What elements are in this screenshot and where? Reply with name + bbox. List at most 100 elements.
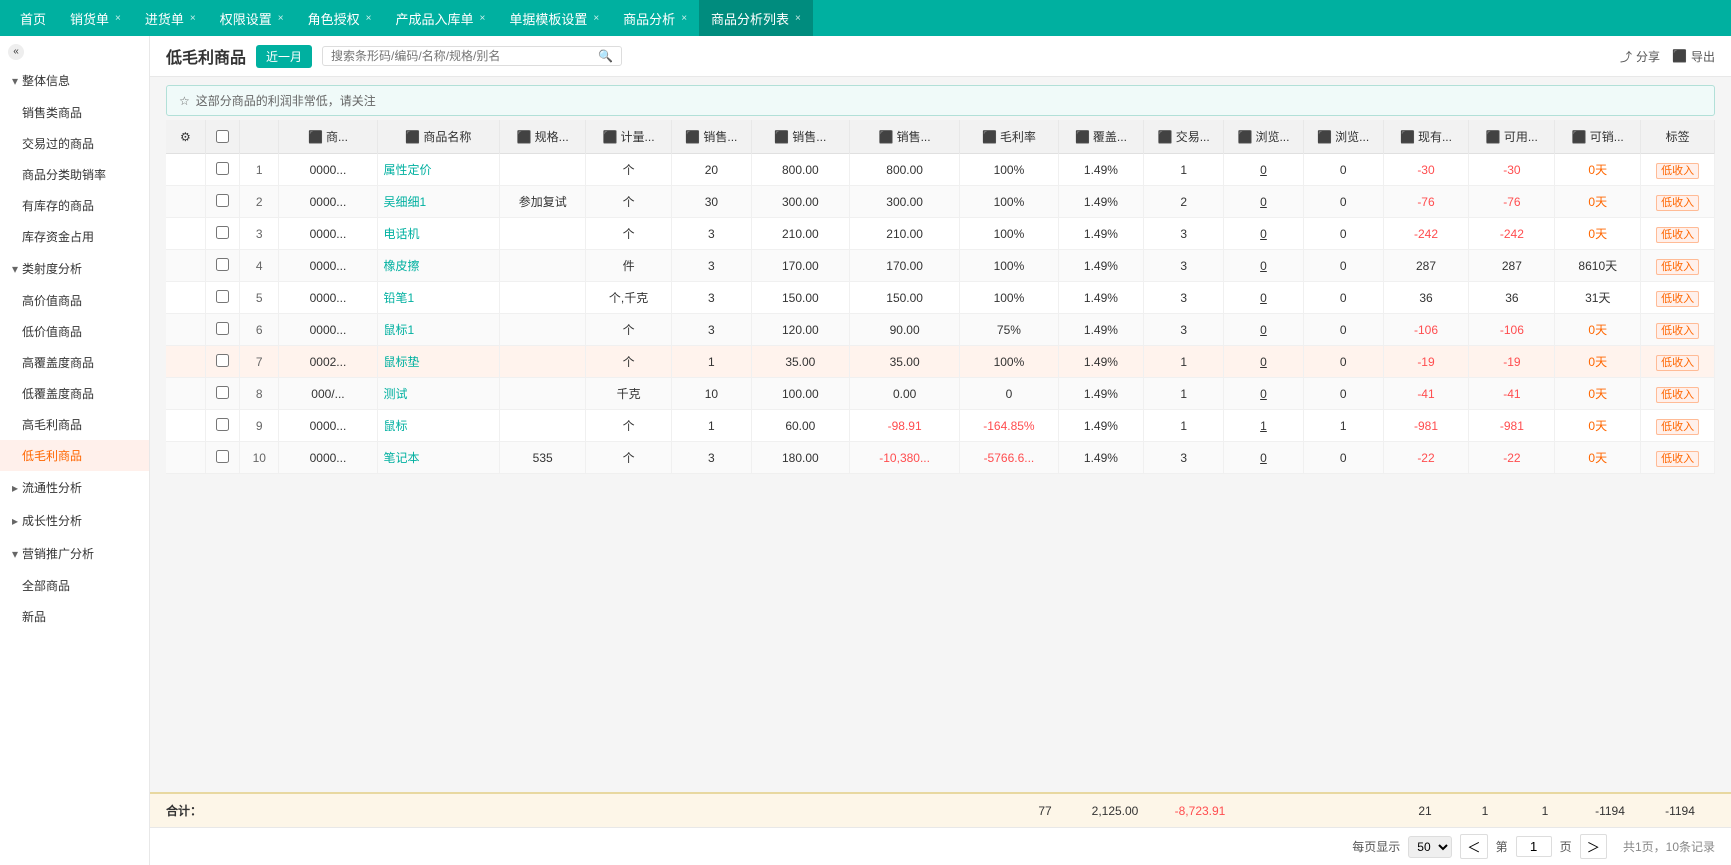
cell-browse1-5[interactable]: 0 [1224,314,1304,346]
sidebar-group-marketing[interactable]: ▾ 营销推广分析 [0,537,149,570]
sidebar-item-low-value[interactable]: 低价值商品 [0,316,149,347]
cell-browse1-4[interactable]: 0 [1224,282,1304,314]
col-browse1[interactable]: ⬛浏览... [1224,120,1304,154]
sidebar-item-sales-products[interactable]: 销售类商品 [0,97,149,128]
nav-close-purchase[interactable]: × [190,13,196,24]
nav-close-analysis[interactable]: × [681,13,687,24]
row-checkbox-8[interactable] [216,418,229,431]
col-sales-price[interactable]: ⬛销售... [751,120,849,154]
next-page-btn[interactable]: ＞ [1580,834,1607,859]
nav-close-template[interactable]: × [593,13,599,24]
sidebar-item-all-products[interactable]: 全部商品 [0,570,149,601]
cell-checkbox-7[interactable] [205,378,239,410]
row-checkbox-2[interactable] [216,226,229,239]
row-checkbox-1[interactable] [216,194,229,207]
nav-product-entry[interactable]: 产成品入库单 × [383,0,497,36]
col-trade[interactable]: ⬛交易... [1144,120,1224,154]
cell-name-5[interactable]: 鼠标1 [377,314,500,346]
cell-name-7[interactable]: 测试 [377,378,500,410]
cell-name-2[interactable]: 电话机 [377,218,500,250]
sidebar-group-overall[interactable]: ▾ 整体信息 [0,64,149,97]
nav-close-product-entry[interactable]: × [479,13,485,24]
col-tag[interactable]: 标签 [1641,120,1715,154]
nav-permission[interactable]: 权限设置 × [208,0,296,36]
sidebar-item-category-rate[interactable]: 商品分类助销率 [0,159,149,190]
nav-close-sales[interactable]: × [115,13,121,24]
col-sales-profit[interactable]: ⬛销售... [849,120,959,154]
page-number-input[interactable] [1516,836,1552,857]
row-checkbox-5[interactable] [216,322,229,335]
sidebar-group-growth[interactable]: ▸ 成长性分析 [0,504,149,537]
cell-checkbox-3[interactable] [205,250,239,282]
cell-browse1-3[interactable]: 0 [1224,250,1304,282]
col-available[interactable]: ⬛可用... [1469,120,1555,154]
search-input[interactable] [331,49,598,63]
sidebar-item-traded-products[interactable]: 交易过的商品 [0,128,149,159]
nav-role[interactable]: 角色授权 × [296,0,384,36]
col-settings[interactable]: ⚙ [166,120,205,154]
cell-browse1-1[interactable]: 0 [1224,186,1304,218]
filter-btn-month[interactable]: 近一月 [256,45,312,68]
sidebar-item-low-margin[interactable]: 低毛利商品 [0,440,149,471]
cell-checkbox-1[interactable] [205,186,239,218]
share-button[interactable]: ⤴ 分享 [1620,48,1660,65]
col-sellable[interactable]: ⬛可销... [1555,120,1641,154]
cell-browse1-8[interactable]: 1 [1224,410,1304,442]
sidebar-item-stock-products[interactable]: 有库存的商品 [0,190,149,221]
nav-purchase[interactable]: 进货单 × [133,0,208,36]
col-gross-rate[interactable]: ⬛毛利率 [960,120,1058,154]
cell-name-3[interactable]: 橡皮擦 [377,250,500,282]
col-current-stock[interactable]: ⬛现有... [1383,120,1469,154]
sidebar-item-high-coverage[interactable]: 高覆盖度商品 [0,347,149,378]
cell-browse1-7[interactable]: 0 [1224,378,1304,410]
sidebar-group-flow[interactable]: ▸ 流通性分析 [0,471,149,504]
cell-checkbox-2[interactable] [205,218,239,250]
cell-name-8[interactable]: 鼠标 [377,410,500,442]
cell-browse1-9[interactable]: 0 [1224,442,1304,474]
col-spec[interactable]: ⬛规格... [500,120,586,154]
search-icon[interactable]: 🔍 [598,49,613,63]
cell-checkbox-5[interactable] [205,314,239,346]
cell-checkbox-0[interactable] [205,154,239,186]
sidebar-item-high-margin[interactable]: 高毛利商品 [0,409,149,440]
cell-checkbox-9[interactable] [205,442,239,474]
col-unit[interactable]: ⬛计量... [586,120,672,154]
cell-checkbox-4[interactable] [205,282,239,314]
sidebar-item-high-value[interactable]: 高价值商品 [0,285,149,316]
col-code[interactable]: ⬛商... [279,120,377,154]
cell-checkbox-6[interactable] [205,346,239,378]
nav-close-analysis-list[interactable]: × [795,13,801,24]
export-button[interactable]: ⬛ 导出 [1672,48,1715,65]
nav-close-role[interactable]: × [366,13,372,24]
col-browse2[interactable]: ⬛浏览... [1303,120,1383,154]
row-checkbox-9[interactable] [216,450,229,463]
cell-name-6[interactable]: 鼠标垫 [377,346,500,378]
cell-browse1-6[interactable]: 0 [1224,346,1304,378]
nav-sales[interactable]: 销货单 × [58,0,133,36]
nav-home[interactable]: 首页 [8,0,58,36]
prev-page-btn[interactable]: ＜ [1460,834,1487,859]
row-checkbox-0[interactable] [216,162,229,175]
col-sales-qty[interactable]: ⬛销售... [672,120,752,154]
row-checkbox-7[interactable] [216,386,229,399]
cell-name-0[interactable]: 属性定价 [377,154,500,186]
row-checkbox-4[interactable] [216,290,229,303]
nav-template[interactable]: 单据模板设置 × [497,0,611,36]
sidebar-item-stock-capital[interactable]: 库存资金占用 [0,221,149,252]
cell-browse1-0[interactable]: 0 [1224,154,1304,186]
col-name[interactable]: ⬛商品名称 [377,120,500,154]
select-all-checkbox[interactable] [216,130,229,143]
sidebar-item-low-coverage[interactable]: 低覆盖度商品 [0,378,149,409]
col-checkbox-header[interactable] [205,120,239,154]
nav-analysis-list[interactable]: 商品分析列表 × [699,0,813,36]
row-checkbox-3[interactable] [216,258,229,271]
cell-name-4[interactable]: 铅笔1 [377,282,500,314]
cell-name-1[interactable]: 吴细细1 [377,186,500,218]
sidebar-item-new-products[interactable]: 新品 [0,601,149,632]
cell-browse1-2[interactable]: 0 [1224,218,1304,250]
row-checkbox-6[interactable] [216,354,229,367]
cell-name-9[interactable]: 笔记本 [377,442,500,474]
sidebar-group-value[interactable]: ▾ 类射度分析 [0,252,149,285]
sidebar-collapse-btn[interactable]: « [8,44,24,60]
col-coverage[interactable]: ⬛覆盖... [1058,120,1144,154]
